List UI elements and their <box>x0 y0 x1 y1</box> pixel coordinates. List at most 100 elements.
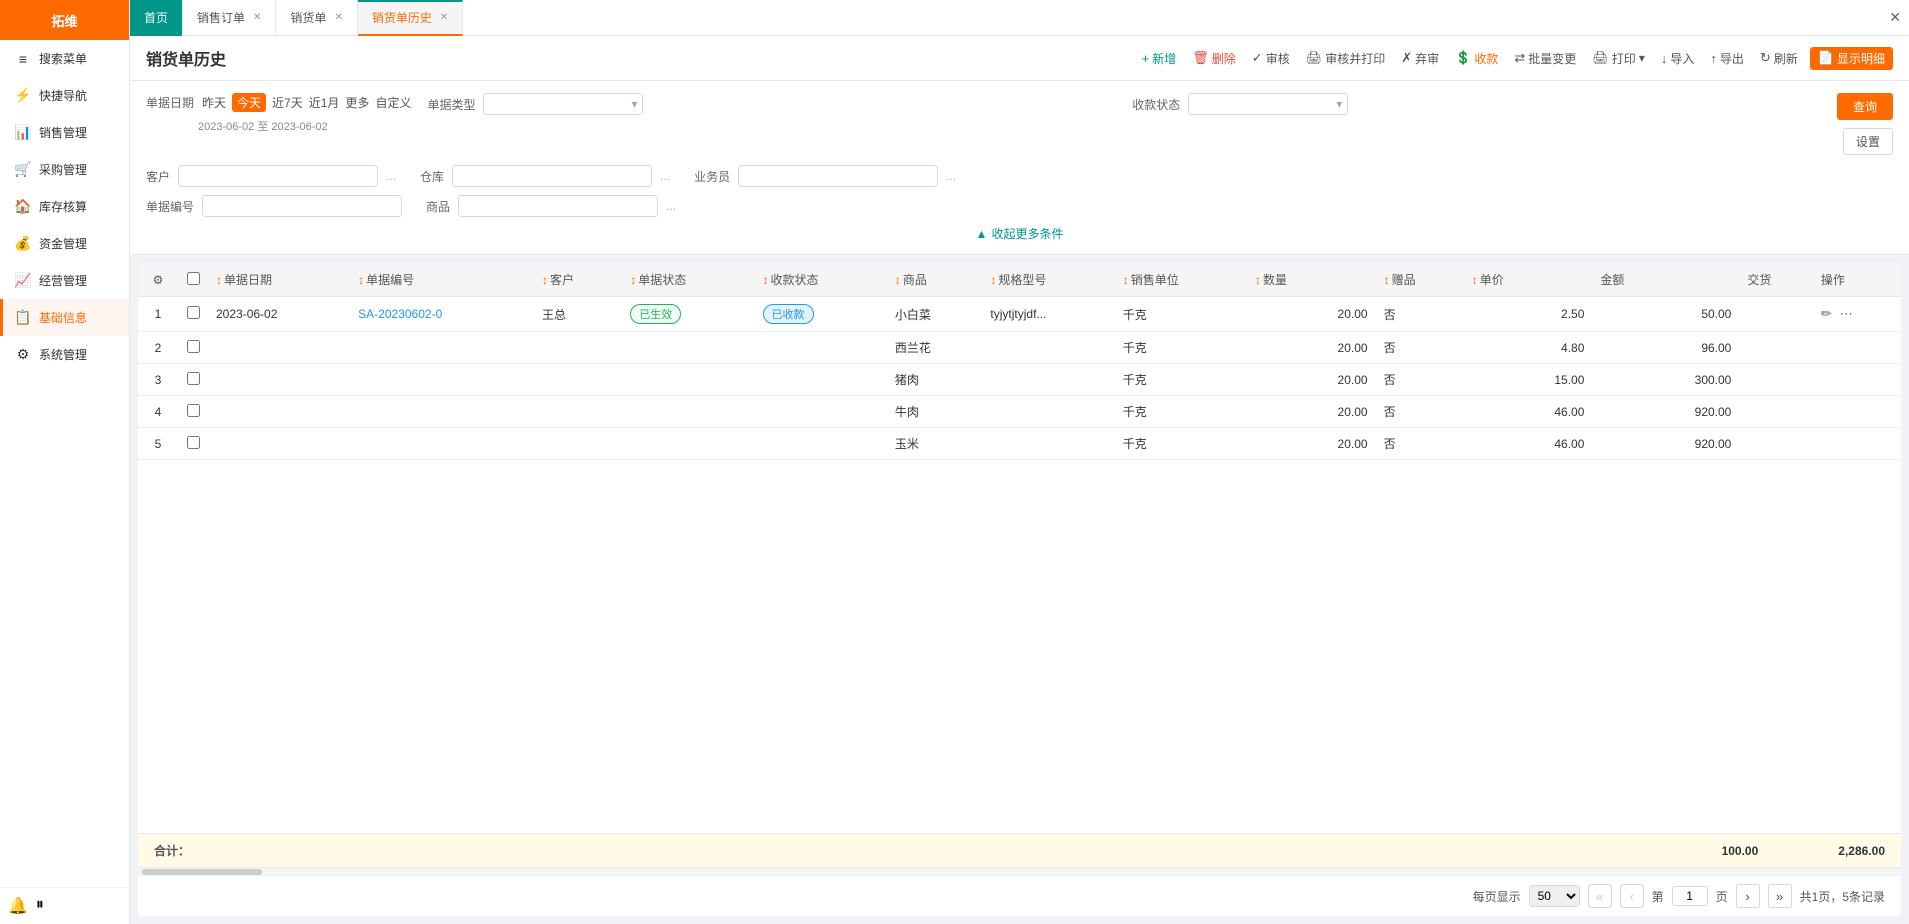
shortcut-today[interactable]: 今天 <box>232 93 266 112</box>
row-checkbox[interactable] <box>187 404 200 417</box>
customer-input[interactable] <box>178 165 378 187</box>
doc-status-col-header[interactable]: ↕ 单据状态 <box>622 263 754 297</box>
goods-col-header[interactable]: ↕ 商品 <box>887 263 983 297</box>
print-button[interactable]: 🖨 打印 ▾ <box>1588 48 1649 69</box>
sidebar-item-label: 销售管理 <box>39 124 87 141</box>
batch-change-button[interactable]: ⇄ 批量变更 <box>1510 48 1580 69</box>
settings-col-header[interactable]: ⚙ <box>138 263 178 297</box>
sidebar-item-base-info[interactable]: 📋 基础信息 <box>0 299 129 336</box>
shortcut-month[interactable]: 近1月 <box>309 94 340 111</box>
unit-cell: 千克 <box>1115 297 1247 332</box>
import-button[interactable]: ↓ 导入 <box>1657 48 1699 69</box>
pay-status-col-header[interactable]: ↕ 收款状态 <box>755 263 887 297</box>
edit-action-icon[interactable]: ✏ <box>1821 306 1832 322</box>
spec-cell <box>982 396 1114 428</box>
salesperson-dots[interactable]: ... <box>946 169 956 183</box>
tab-sales-history[interactable]: 销货单历史 ✕ <box>358 0 463 36</box>
spec-col-header[interactable]: ↕ 规格型号 <box>982 263 1114 297</box>
action-col-header: 操作 <box>1813 263 1901 297</box>
export-button[interactable]: ↑ 导出 <box>1706 48 1748 69</box>
check-cell[interactable] <box>178 364 208 396</box>
check-cell[interactable] <box>178 396 208 428</box>
window-close-btn[interactable]: ✕ <box>1889 9 1901 26</box>
horizontal-scrollbar[interactable] <box>138 867 1901 875</box>
date-cell: 2023-06-02 <box>208 297 350 332</box>
warehouse-input[interactable] <box>452 165 652 187</box>
delete-button[interactable]: 🗑 删除 <box>1188 48 1240 69</box>
row-checkbox[interactable] <box>187 372 200 385</box>
discard-button[interactable]: ✗ 弃审 <box>1397 48 1443 69</box>
row-checkbox[interactable] <box>187 436 200 449</box>
doc-no-col-header[interactable]: ↕ 单据编号 <box>350 263 534 297</box>
shortcut-yesterday[interactable]: 昨天 <box>202 94 226 111</box>
sidebar-item-sales[interactable]: 📊 销售管理 <box>0 114 129 151</box>
pay-status-select[interactable] <box>1188 93 1348 115</box>
amount-cell: 300.00 <box>1592 364 1739 396</box>
goods-input[interactable] <box>458 195 658 217</box>
base-info-icon: 📋 <box>15 310 31 326</box>
price-cell: 46.00 <box>1464 428 1593 460</box>
sidebar-item-system[interactable]: ⚙ 系统管理 <box>0 336 129 373</box>
price-col-header[interactable]: ↕ 单价 <box>1464 263 1593 297</box>
salesperson-input[interactable] <box>738 165 938 187</box>
check-cell[interactable] <box>178 428 208 460</box>
query-button[interactable]: 查询 <box>1837 93 1893 120</box>
tab-sales-order[interactable]: 销售订单 ✕ <box>183 0 276 36</box>
customer-col-header[interactable]: ↕ 客户 <box>534 263 622 297</box>
check-cell[interactable] <box>178 297 208 332</box>
action-cell <box>1813 332 1901 364</box>
warehouse-dots[interactable]: ... <box>660 169 670 183</box>
collect-button[interactable]: 💲 收款 <box>1451 48 1502 69</box>
notification-icon[interactable]: 🔔 <box>8 896 28 916</box>
set-button[interactable]: 设置 <box>1843 128 1893 155</box>
shortcut-week[interactable]: 近7天 <box>272 94 303 111</box>
tab-home[interactable]: 首页 <box>130 0 183 36</box>
unit-col-header[interactable]: ↕ 销售单位 <box>1115 263 1247 297</box>
inventory-icon: 🏠 <box>15 199 31 215</box>
customer-dots[interactable]: ... <box>386 169 396 183</box>
audit-button[interactable]: ✓ 审核 <box>1248 48 1294 69</box>
row-checkbox[interactable] <box>187 340 200 353</box>
tab-sales-history-close[interactable]: ✕ <box>440 12 448 23</box>
gift-col-header[interactable]: ↕ 赠品 <box>1376 263 1464 297</box>
qty-cell: 20.00 <box>1247 428 1376 460</box>
sidebar-item-purchase[interactable]: 🛒 采购管理 <box>0 151 129 188</box>
add-button[interactable]: + 新增 <box>1138 48 1181 69</box>
doc-type-select[interactable] <box>483 93 643 115</box>
sidebar-item-search[interactable]: ≡ 搜索菜单 <box>0 40 129 77</box>
qty-cell: 20.00 <box>1247 332 1376 364</box>
page-size-select[interactable]: 50 20 100 <box>1529 885 1580 907</box>
first-page-btn[interactable]: « <box>1588 884 1612 908</box>
pause-icon[interactable]: ⏸ <box>36 896 44 916</box>
audit-print-button[interactable]: 🖨 审核并打印 <box>1302 48 1390 69</box>
shortcut-custom[interactable]: 自定义 <box>375 94 411 111</box>
qty-cell: 20.00 <box>1247 396 1376 428</box>
refresh-button[interactable]: ↻ 刷新 <box>1756 48 1802 69</box>
select-all-checkbox[interactable] <box>187 272 200 285</box>
tab-sales-delivery[interactable]: 销货单 ✕ <box>276 0 357 36</box>
row-checkbox[interactable] <box>187 306 200 319</box>
page-input[interactable] <box>1672 886 1708 906</box>
sidebar-item-finance[interactable]: 💰 资金管理 <box>0 225 129 262</box>
tab-sales-delivery-close[interactable]: ✕ <box>334 12 342 23</box>
shortcut-more[interactable]: 更多 <box>345 94 369 111</box>
sidebar-item-quick-nav[interactable]: ⚡ 快捷导航 <box>0 77 129 114</box>
collapse-button[interactable]: ▲ 收起更多条件 <box>146 225 1893 242</box>
last-page-btn[interactable]: » <box>1768 884 1792 908</box>
check-cell[interactable] <box>178 332 208 364</box>
goods-dots[interactable]: ... <box>666 199 676 213</box>
doc-no-link[interactable]: SA-20230602-0 <box>358 307 442 321</box>
qty-col-header[interactable]: ↕ 数量 <box>1247 263 1376 297</box>
date-col-header[interactable]: ↕ 单据日期 <box>208 263 350 297</box>
amount-cell: 920.00 <box>1592 428 1739 460</box>
sidebar-item-operation[interactable]: 📈 经营管理 <box>0 262 129 299</box>
tab-sales-order-close[interactable]: ✕ <box>253 12 261 23</box>
next-page-btn[interactable]: › <box>1736 884 1760 908</box>
seq-cell: 1 <box>138 297 178 332</box>
sidebar-item-inventory[interactable]: 🏠 库存核算 <box>0 188 129 225</box>
doc-no-input[interactable] <box>202 195 402 217</box>
more-action-icon[interactable]: ⋯ <box>1840 306 1853 322</box>
customer-cell <box>534 428 622 460</box>
show-detail-button[interactable]: 📄 显示明细 <box>1810 47 1893 70</box>
prev-page-btn[interactable]: ‹ <box>1620 884 1644 908</box>
